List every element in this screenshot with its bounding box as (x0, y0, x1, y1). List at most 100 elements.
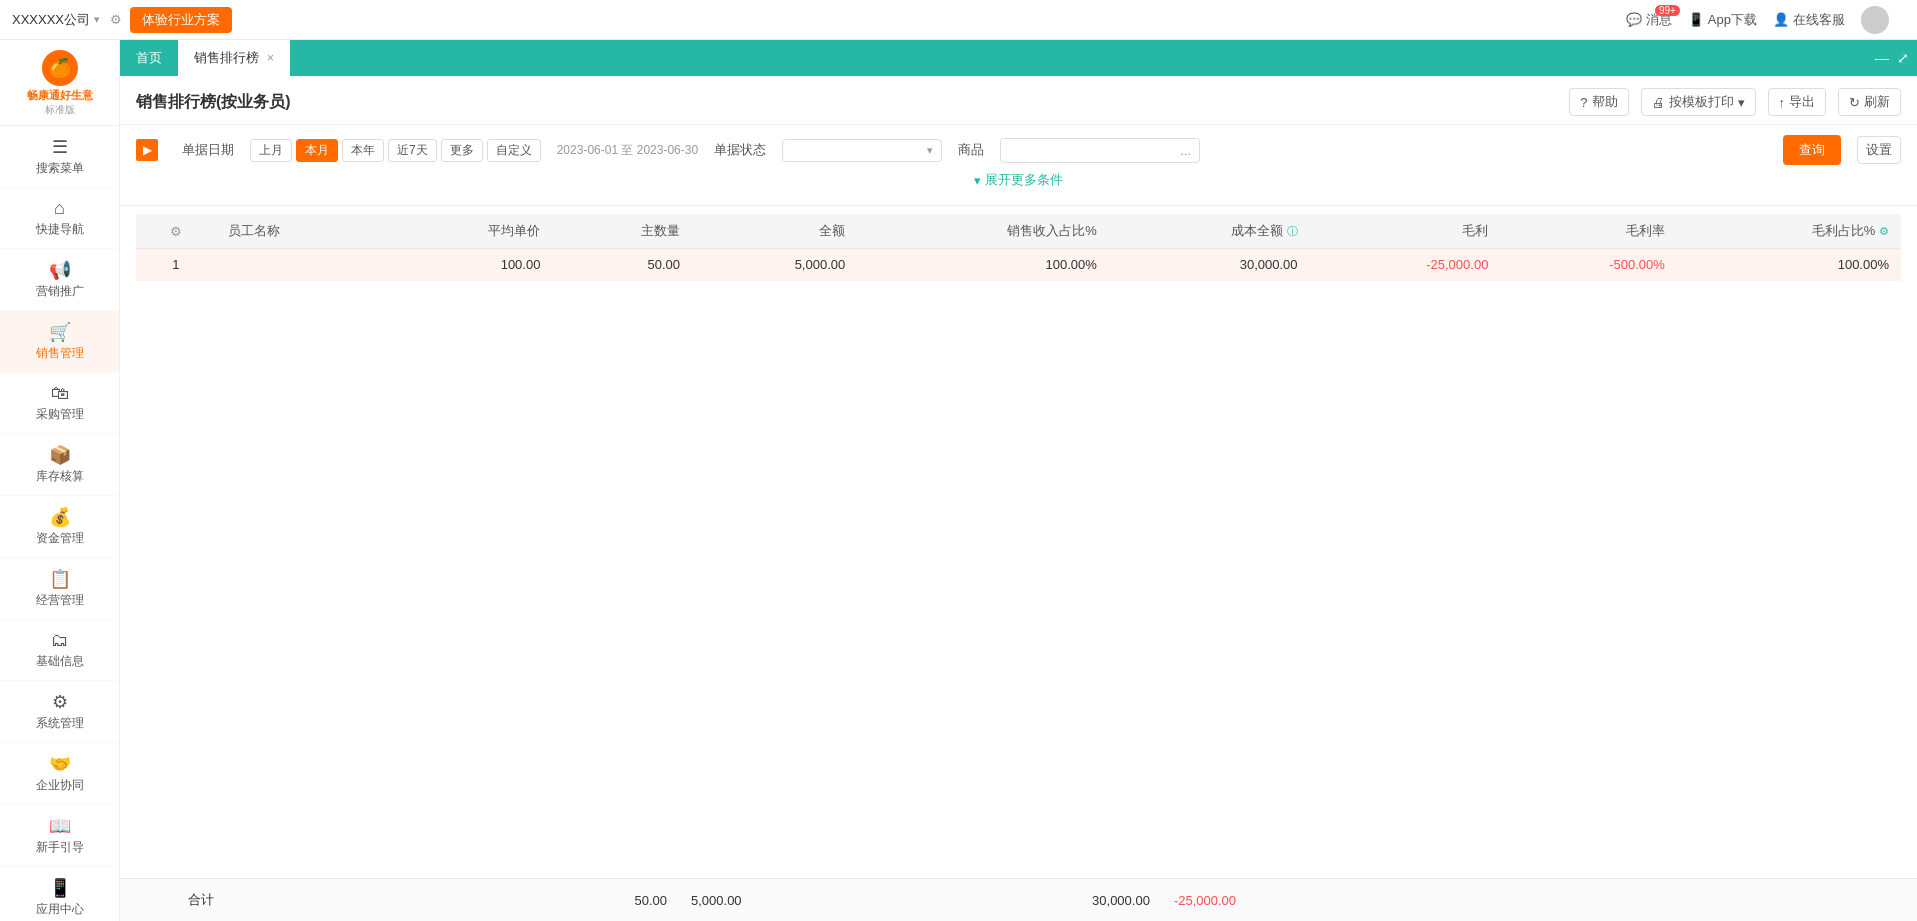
sidebar-item-basic[interactable]: 🗂 基础信息 (0, 620, 119, 681)
sidebar-item-collab[interactable]: 🤝 企业协同 (0, 743, 119, 805)
gross-pct-icon[interactable]: ⚙ (1879, 225, 1889, 237)
filter-row: ▶ 单据日期 上月 本月 本年 近7天 更多 自定义 2023-06-01 至 … (136, 135, 1901, 165)
sidebar-item-quick[interactable]: ⌂ 快捷导航 (0, 188, 119, 249)
sidebar-item-guide[interactable]: 📖 新手引导 (0, 805, 119, 867)
data-table: ⚙ 员工名称 平均单价 主数量 全额 销售收入占比% 成本全额 ⓘ 毛利 毛利率… (136, 214, 1901, 281)
sidebar-item-inventory[interactable]: 📦 库存核算 (0, 434, 119, 496)
main-layout: 🍊 畅康通好生意 标准版 ☰ 搜索菜单 ⌂ 快捷导航 📢 营销推广 🛒 销售管理… (0, 40, 1917, 921)
sidebar-label-operation: 经营管理 (36, 592, 84, 609)
help-button[interactable]: ? 帮助 (1569, 88, 1628, 116)
tab-maximize-button[interactable]: ⤢ (1897, 50, 1909, 66)
refresh-label: 刷新 (1864, 93, 1890, 111)
col-settings[interactable]: ⚙ (136, 214, 216, 249)
company-name: XXXXXX公司 (12, 11, 90, 29)
status-label: 单据状态 (714, 141, 766, 159)
date-label: 单据日期 (182, 141, 234, 159)
col-sales-pct: 销售收入占比% (857, 214, 1109, 249)
this-year-button[interactable]: 本年 (342, 139, 384, 162)
purchase-icon: 🛍 (51, 383, 69, 404)
cost-info-icon[interactable]: ⓘ (1287, 225, 1298, 237)
message-badge: 99+ (1655, 5, 1680, 16)
collab-icon: 🤝 (49, 753, 71, 775)
service-icon: 👤 (1773, 12, 1789, 27)
service-label: 在线客服 (1793, 11, 1845, 29)
last-month-button[interactable]: 上月 (250, 139, 292, 162)
top-bar: XXXXXX公司 ▾ ⚙ 体验行业方案 💬 消息 99+ 📱 App下载 👤 在… (0, 0, 1917, 40)
more-button[interactable]: 更多 (441, 139, 483, 162)
system-icon: ⚙ (52, 691, 68, 713)
tab-close-icon[interactable]: × (267, 51, 274, 65)
footer-row: 合计 50.00 5,000.00 30,000.00 -25,000.00 (136, 887, 1901, 913)
company-selector[interactable]: XXXXXX公司 ▾ (12, 11, 100, 29)
logo-icon: 🍊 (42, 50, 78, 86)
expand-more-button[interactable]: ▾ 展开更多条件 (136, 165, 1901, 195)
cell-gross-pct: 100.00% (1677, 249, 1901, 281)
footer-amount: 5,000.00 (679, 889, 754, 912)
sidebar-item-purchase[interactable]: 🛍 采购管理 (0, 373, 119, 434)
tab-sales-ranking[interactable]: 销售排行榜 × (178, 40, 290, 76)
export-button[interactable]: ↑ 导出 (1768, 88, 1827, 116)
quick-search-toggle[interactable]: ▶ (136, 139, 158, 161)
app-download-button[interactable]: 📱 App下载 (1688, 11, 1757, 29)
help-label: 帮助 (1592, 93, 1618, 111)
goods-input[interactable]: ... (1000, 138, 1200, 163)
sidebar-label-guide: 新手引导 (36, 839, 84, 856)
trial-button[interactable]: 体验行业方案 (130, 7, 232, 33)
refresh-button[interactable]: ↻ 刷新 (1838, 88, 1901, 116)
app-label: App下载 (1708, 11, 1757, 29)
table-row: 1 100.00 50.00 5,000.00 100.00% 30,000.0… (136, 249, 1901, 281)
status-select-arrow-icon: ▾ (927, 144, 933, 157)
page-header-actions: ? 帮助 🖨 按模板打印 ▾ ↑ 导出 ↻ 刷新 (1569, 88, 1901, 116)
logo-text: 畅康通好生意 (27, 88, 93, 103)
avatar[interactable] (1861, 6, 1889, 34)
sidebar-item-operation[interactable]: 📋 经营管理 (0, 558, 119, 620)
date-buttons: 上月 本月 本年 近7天 更多 自定义 (250, 139, 541, 162)
print-button[interactable]: 🖨 按模板打印 ▾ (1641, 88, 1756, 116)
goods-label: 商品 (958, 141, 984, 159)
online-service-button[interactable]: 👤 在线客服 (1773, 11, 1845, 29)
sidebar-item-system[interactable]: ⚙ 系统管理 (0, 681, 119, 743)
sidebar-item-finance[interactable]: 💰 资金管理 (0, 496, 119, 558)
settings-filter-button[interactable]: 设置 (1857, 136, 1901, 164)
tab-bar-right: — ⤢ (1875, 50, 1917, 66)
custom-button[interactable]: 自定义 (487, 139, 541, 162)
sidebar-label-purchase: 采购管理 (36, 406, 84, 423)
filter-area: ▶ 单据日期 上月 本月 本年 近7天 更多 自定义 2023-06-01 至 … (120, 125, 1917, 206)
cell-main-qty: 50.00 (552, 249, 692, 281)
sidebar-item-sales[interactable]: 🛒 销售管理 (0, 311, 119, 373)
sidebar-item-search[interactable]: ☰ 搜索菜单 (0, 126, 119, 188)
date-range: 2023-06-01 至 2023-06-30 (557, 142, 698, 159)
sidebar-label-collab: 企业协同 (36, 777, 84, 794)
sidebar-label-basic: 基础信息 (36, 653, 84, 670)
tab-bar: 首页 销售排行榜 × — ⤢ (120, 40, 1917, 76)
message-button[interactable]: 💬 消息 99+ (1626, 11, 1672, 29)
sidebar-label-apps: 应用中心 (36, 901, 84, 918)
marketing-icon: 📢 (49, 259, 71, 281)
table-settings-icon[interactable]: ⚙ (170, 224, 182, 239)
export-label: 导出 (1789, 93, 1815, 111)
cell-amount: 5,000.00 (692, 249, 857, 281)
tab-minimize-button[interactable]: — (1875, 50, 1889, 66)
tab-home[interactable]: 首页 (120, 40, 178, 76)
message-icon: 💬 (1626, 12, 1642, 27)
logo-sub: 标准版 (45, 103, 75, 117)
expand-down-icon: ▾ (974, 173, 981, 188)
operation-icon: 📋 (49, 568, 71, 590)
sidebar-item-marketing[interactable]: 📢 营销推广 (0, 249, 119, 311)
last7-button[interactable]: 近7天 (388, 139, 437, 162)
footer-cost: 30,000.00 (1080, 889, 1162, 912)
col-avg-price: 平均单价 (384, 214, 552, 249)
sidebar-item-apps[interactable]: 📱 应用中心 (0, 867, 119, 921)
col-amount: 全额 (692, 214, 857, 249)
cell-cost: 30,000.00 (1109, 249, 1310, 281)
query-button[interactable]: 查询 (1783, 135, 1841, 165)
sidebar-label-sales: 销售管理 (36, 345, 84, 362)
settings-icon[interactable]: ⚙ (110, 12, 122, 27)
apps-icon: 📱 (49, 877, 71, 899)
this-month-button[interactable]: 本月 (296, 139, 338, 162)
print-icon: 🖨 (1652, 95, 1665, 110)
status-select[interactable]: ▾ (782, 139, 942, 162)
sidebar: 🍊 畅康通好生意 标准版 ☰ 搜索菜单 ⌂ 快捷导航 📢 营销推广 🛒 销售管理… (0, 40, 120, 921)
refresh-icon: ↻ (1849, 95, 1860, 110)
top-bar-right: 💬 消息 99+ 📱 App下载 👤 在线客服 (1626, 6, 1905, 34)
